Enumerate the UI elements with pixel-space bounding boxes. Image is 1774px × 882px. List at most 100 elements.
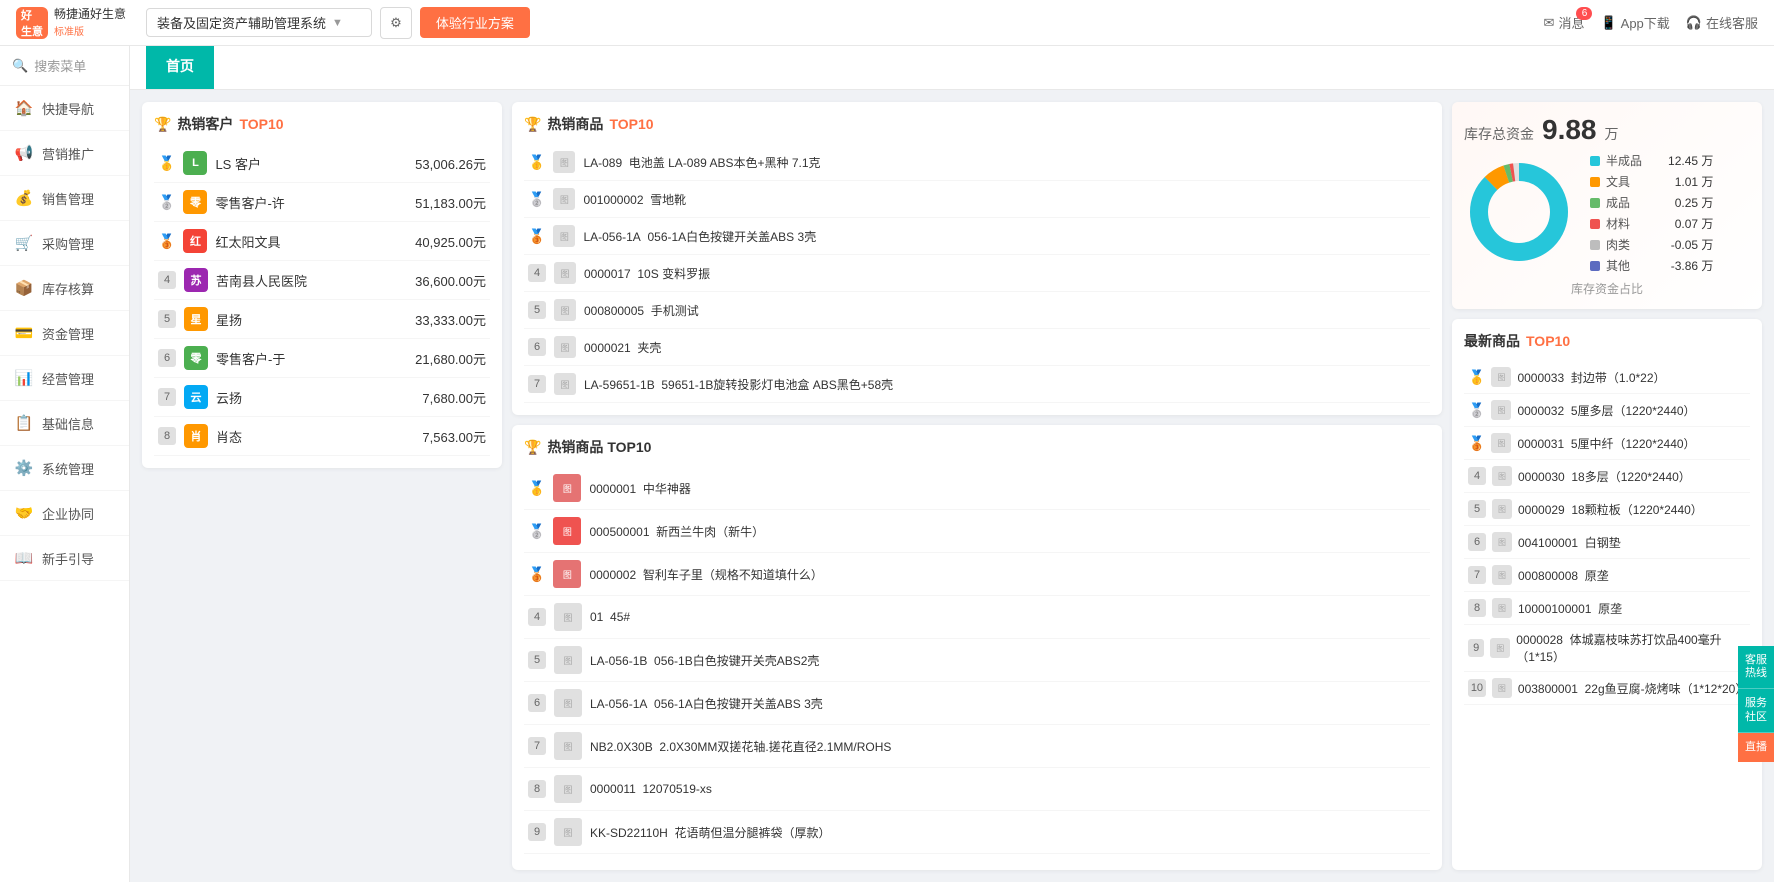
new-product-title: 最新商品 TOP10 — [1464, 331, 1750, 351]
hot-product2-title: 🏆 热销商品 TOP10 — [524, 114, 1430, 134]
sidebar-item-stock[interactable]: 📦 库存核算 — [0, 266, 129, 311]
sidebar-item-sales[interactable]: 💰 销售管理 — [0, 176, 129, 221]
customer-rank-item: 4 苏 苦南县人民医院 36,600.00元 — [154, 261, 490, 300]
mobile-icon: 📱 — [1600, 15, 1616, 31]
sidebar-item-purchase[interactable]: 🛒 采购管理 — [0, 221, 129, 266]
message-button[interactable]: ✉ 消息 6 — [1544, 13, 1585, 32]
left-panel: 🏆 热销客户 TOP10 🥇 L LS 客户 53,006.26元 🥈 零 零售… — [142, 102, 502, 870]
marketing-icon: 📢 — [14, 143, 34, 163]
sidebar-label-guide: 新手引导 — [42, 549, 94, 568]
sidebar-item-quick-nav[interactable]: 🏠 快捷导航 — [0, 86, 129, 131]
customer-rank-item: 🥉 红 红太阳文具 40,925.00元 — [154, 222, 490, 261]
customer-rank-item: 8 肖 肖态 7,563.00元 — [154, 417, 490, 456]
new-product-item: 4 图 0000030 18多层（1220*2440） — [1464, 460, 1750, 493]
hot-product-item: 9 图 KK-SD22110H 花语萌但温分腿裤袋（厚款） — [524, 811, 1430, 854]
sidebar-item-operation[interactable]: 📊 经营管理 — [0, 356, 129, 401]
message-badge: 6 — [1576, 7, 1592, 20]
sys-select-text: 装备及固定资产辅助管理系统 — [157, 13, 326, 32]
hot-product-item: 🥇 图 0000001 中华神器 — [524, 467, 1430, 510]
float-btn-live[interactable]: 直播 — [1738, 733, 1774, 762]
hot-product2-card: 🏆 热销商品 TOP10 🥇 图 LA-089 电池盖 LA-089 ABS本色… — [512, 102, 1442, 415]
sales-icon: 💰 — [14, 188, 34, 208]
customer-rank-item: 🥇 L LS 客户 53,006.26元 — [154, 144, 490, 183]
guide-icon: 📖 — [14, 548, 34, 568]
hot-product-item: 🥈 图 000500001 新西兰牛肉（新牛） — [524, 510, 1430, 553]
topbar: 好生意 畅捷通好生意 标准版 装备及固定资产辅助管理系统 ▼ ⚙ 体验行业方案 … — [0, 0, 1774, 46]
operation-icon: 📊 — [14, 368, 34, 388]
hot-product-card: 🏆 热销商品 TOP10 🥇 图 0000001 中华神器 🥈 图 000500… — [512, 425, 1442, 870]
donut-chart — [1464, 157, 1574, 270]
enterprise-icon: 🤝 — [14, 503, 34, 523]
sidebar-item-enterprise[interactable]: 🤝 企业协同 — [0, 491, 129, 536]
sys-select[interactable]: 装备及固定资产辅助管理系统 ▼ — [146, 8, 372, 37]
trophy-icon: 🏆 — [154, 116, 171, 133]
inventory-unit: 万 — [1605, 124, 1619, 144]
brand-badge: 标准版 — [54, 23, 126, 38]
hot-product2-item: 4 图 0000017 10S 变料罗振 — [524, 255, 1430, 292]
new-product-item: 6 图 004100001 白钢垫 — [1464, 526, 1750, 559]
float-btn-community[interactable]: 服务社区 — [1738, 689, 1774, 732]
app-download-button[interactable]: 📱 App下载 — [1600, 13, 1669, 32]
new-product-item: 🥉 图 0000031 5厘中纤（1220*2440） — [1464, 427, 1750, 460]
legend-item: 其他 -3.86 万 — [1590, 257, 1713, 274]
sidebar-label-finance: 资金管理 — [42, 324, 94, 343]
inventory-card: 库存总资金 9.88 万 — [1452, 102, 1762, 309]
right-panel: 库存总资金 9.88 万 — [1452, 102, 1762, 870]
customer-rank-item: 5 星 星扬 33,333.00元 — [154, 300, 490, 339]
brand-name: 畅捷通好生意 — [54, 7, 126, 23]
sidebar-item-guide[interactable]: 📖 新手引导 — [0, 536, 129, 581]
sidebar-item-system[interactable]: ⚙️ 系统管理 — [0, 446, 129, 491]
hot-product2-list: 🥇 图 LA-089 电池盖 LA-089 ABS本色+黑种 7.1克 🥈 图 … — [524, 144, 1430, 403]
legend-item: 半成品 12.45 万 — [1590, 152, 1713, 169]
sidebar-label-enterprise: 企业协同 — [42, 504, 94, 523]
legend-item: 文具 1.01 万 — [1590, 173, 1713, 190]
customer-rank-item: 🥈 零 零售客户-许 51,183.00元 — [154, 183, 490, 222]
customer-list: 🥇 L LS 客户 53,006.26元 🥈 零 零售客户-许 51,183.0… — [154, 144, 490, 456]
customer-top10-card: 🏆 热销客户 TOP10 🥇 L LS 客户 53,006.26元 🥈 零 零售… — [142, 102, 502, 468]
tab-home[interactable]: 首页 — [146, 46, 214, 89]
topbar-right: ✉ 消息 6 📱 App下载 🎧 在线客服 — [1544, 13, 1758, 32]
trophy2-icon: 🏆 — [524, 116, 541, 133]
hot-product-item: 🥉 图 0000002 智利车子里（规格不知道填什么） — [524, 553, 1430, 596]
customer-rank-item: 6 零 零售客户-于 21,680.00元 — [154, 339, 490, 378]
new-product-card: 最新商品 TOP10 🥇 图 0000033 封边带（1.0*22） 🥈 图 0… — [1452, 319, 1762, 870]
sidebar-label-purchase: 采购管理 — [42, 234, 94, 253]
settings-button[interactable]: ⚙ — [380, 7, 412, 39]
new-product-item: 8 图 10000100001 原垄 — [1464, 592, 1750, 625]
sidebar-item-basic[interactable]: 📋 基础信息 — [0, 401, 129, 446]
hot-product-item: 6 图 LA-056-1A 056-1A白色按键开关盖ABS 3壳 — [524, 682, 1430, 725]
home-icon: 🏠 — [14, 98, 34, 118]
customer-top10-title: 🏆 热销客户 TOP10 — [154, 114, 490, 134]
headset-icon: 🎧 — [1686, 15, 1702, 31]
topbar-center: 装备及固定资产辅助管理系统 ▼ ⚙ 体验行业方案 — [146, 7, 1544, 39]
sidebar-item-finance[interactable]: 💳 资金管理 — [0, 311, 129, 356]
hot-product-list: 🥇 图 0000001 中华神器 🥈 图 000500001 新西兰牛肉（新牛）… — [524, 467, 1430, 854]
donut-area: 半成品 12.45 万 文具 1.01 万 成品 0.25 万 材料 0.07 … — [1464, 152, 1750, 274]
legend-item: 成品 0.25 万 — [1590, 194, 1713, 211]
search-menu-button[interactable]: 🔍 搜索菜单 — [0, 46, 129, 86]
hot-product-item: 7 图 NB2.0X30B 2.0X30MM双搓花轴.搓花直径2.1MM/ROH… — [524, 725, 1430, 768]
hot-product-item: 5 图 LA-056-1B 056-1B白色按键开关壳ABS2壳 — [524, 639, 1430, 682]
system-icon: ⚙️ — [14, 458, 34, 478]
trial-button[interactable]: 体验行业方案 — [420, 7, 530, 38]
purchase-icon: 🛒 — [14, 233, 34, 253]
float-btn-service[interactable]: 客服热线 — [1738, 646, 1774, 689]
hot-product2-item: 5 图 000800005 手机测试 — [524, 292, 1430, 329]
brand-icon: 好生意 — [16, 7, 48, 39]
inventory-sub: 库存资金占比 — [1464, 280, 1750, 297]
middle-panel: 🏆 热销商品 TOP10 🥇 图 LA-089 电池盖 LA-089 ABS本色… — [512, 102, 1442, 870]
legend-item: 肉类 -0.05 万 — [1590, 236, 1713, 253]
main-content: 首页 🏆 热销客户 TOP10 🥇 L LS 客户 53,006.26元 🥈 零… — [130, 46, 1774, 882]
hot-product-item: 8 图 0000011 12070519-xs — [524, 768, 1430, 811]
sidebar-label-basic: 基础信息 — [42, 414, 94, 433]
search-icon: 🔍 — [12, 58, 28, 74]
sidebar-label-stock: 库存核算 — [42, 279, 94, 298]
online-service-button[interactable]: 🎧 在线客服 — [1686, 13, 1758, 32]
sidebar: 🔍 搜索菜单 🏠 快捷导航 📢 营销推广 💰 销售管理 🛒 采购管理 📦 库存核… — [0, 46, 130, 882]
new-product-list: 🥇 图 0000033 封边带（1.0*22） 🥈 图 0000032 5厘多层… — [1464, 361, 1750, 705]
sidebar-item-marketing[interactable]: 📢 营销推广 — [0, 131, 129, 176]
message-icon: ✉ — [1544, 15, 1555, 31]
new-product-item: 7 图 000800008 原垄 — [1464, 559, 1750, 592]
hot-product-item: 4 图 01 45# — [524, 596, 1430, 639]
brand: 好生意 畅捷通好生意 标准版 — [16, 7, 146, 39]
